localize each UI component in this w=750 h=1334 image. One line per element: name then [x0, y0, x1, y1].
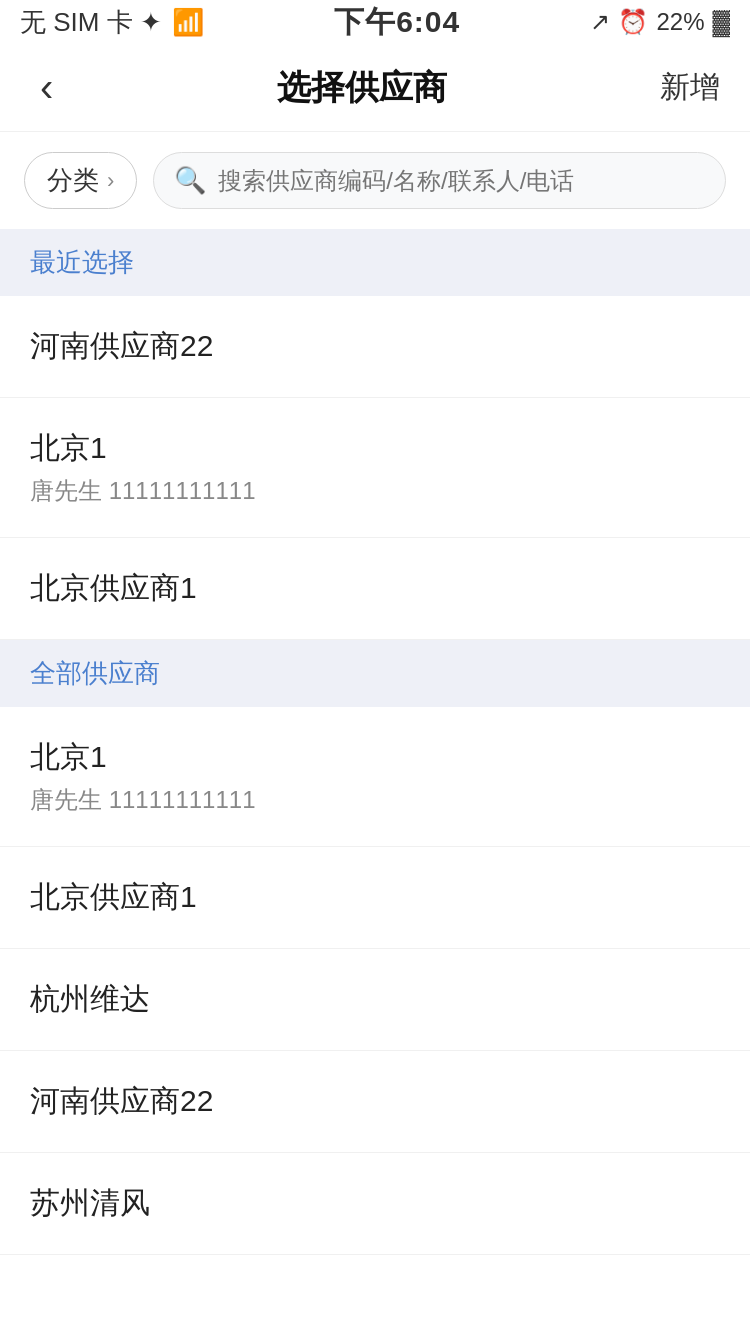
- list-item[interactable]: 河南供应商22: [0, 296, 750, 398]
- list-item[interactable]: 北京1 唐先生 11111111111: [0, 707, 750, 847]
- item-name: 河南供应商22: [30, 326, 720, 367]
- status-right: ↗ ⏰ 22% ▓: [590, 8, 730, 36]
- filter-bar: 分类 › 🔍: [0, 132, 750, 229]
- category-label: 分类: [47, 163, 99, 198]
- item-name: 北京供应商1: [30, 568, 720, 609]
- item-sub: 唐先生 11111111111: [30, 475, 720, 507]
- item-name: 北京1: [30, 737, 720, 778]
- all-section-label: 全部供应商: [30, 658, 160, 688]
- item-name: 杭州维达: [30, 979, 720, 1020]
- category-button[interactable]: 分类 ›: [24, 152, 137, 209]
- battery-label: 22%: [656, 8, 704, 36]
- list-item[interactable]: 苏州清风: [0, 1153, 750, 1255]
- wifi-icon: 📶: [172, 7, 204, 38]
- recent-section-header: 最近选择: [0, 229, 750, 296]
- item-name: 河南供应商22: [30, 1081, 720, 1122]
- battery-icon: ▓: [713, 8, 731, 36]
- item-name: 北京供应商1: [30, 877, 720, 918]
- page-title: 选择供应商: [277, 65, 447, 111]
- item-sub: 唐先生 11111111111: [30, 784, 720, 816]
- list-item[interactable]: 河南供应商22: [0, 1051, 750, 1153]
- status-bar: 无 SIM 卡 ✦ 📶 下午6:04 ↗ ⏰ 22% ▓: [0, 0, 750, 44]
- search-icon: 🔍: [174, 165, 206, 196]
- list-item[interactable]: 杭州维达: [0, 949, 750, 1051]
- all-list: 北京1 唐先生 11111111111 北京供应商1 杭州维达河南供应商22 苏州清…: [0, 707, 750, 1255]
- status-time: 下午6:04: [334, 2, 460, 43]
- search-box[interactable]: 🔍: [153, 152, 726, 209]
- list-item[interactable]: 北京供应商1: [0, 538, 750, 640]
- alarm-icon: ⏰: [618, 8, 648, 36]
- item-name: 苏州清风: [30, 1183, 720, 1224]
- nav-bar: ‹ 选择供应商 新增: [0, 44, 750, 132]
- sim-label: 无 SIM 卡 ✦: [20, 5, 162, 40]
- recent-list: 河南供应商22 北京1 唐先生 11111111111 北京供应商1: [0, 296, 750, 640]
- item-name: 北京1: [30, 428, 720, 469]
- location-icon: ↗: [590, 8, 610, 36]
- list-item[interactable]: 北京1 唐先生 11111111111: [0, 398, 750, 538]
- back-button[interactable]: ‹: [30, 55, 63, 120]
- status-left: 无 SIM 卡 ✦ 📶: [20, 5, 204, 40]
- list-item[interactable]: 北京供应商1: [0, 847, 750, 949]
- all-section-header: 全部供应商: [0, 640, 750, 707]
- search-input[interactable]: [218, 167, 705, 195]
- recent-section-label: 最近选择: [30, 247, 134, 277]
- chevron-right-icon: ›: [107, 168, 114, 194]
- add-button[interactable]: 新增: [660, 67, 720, 108]
